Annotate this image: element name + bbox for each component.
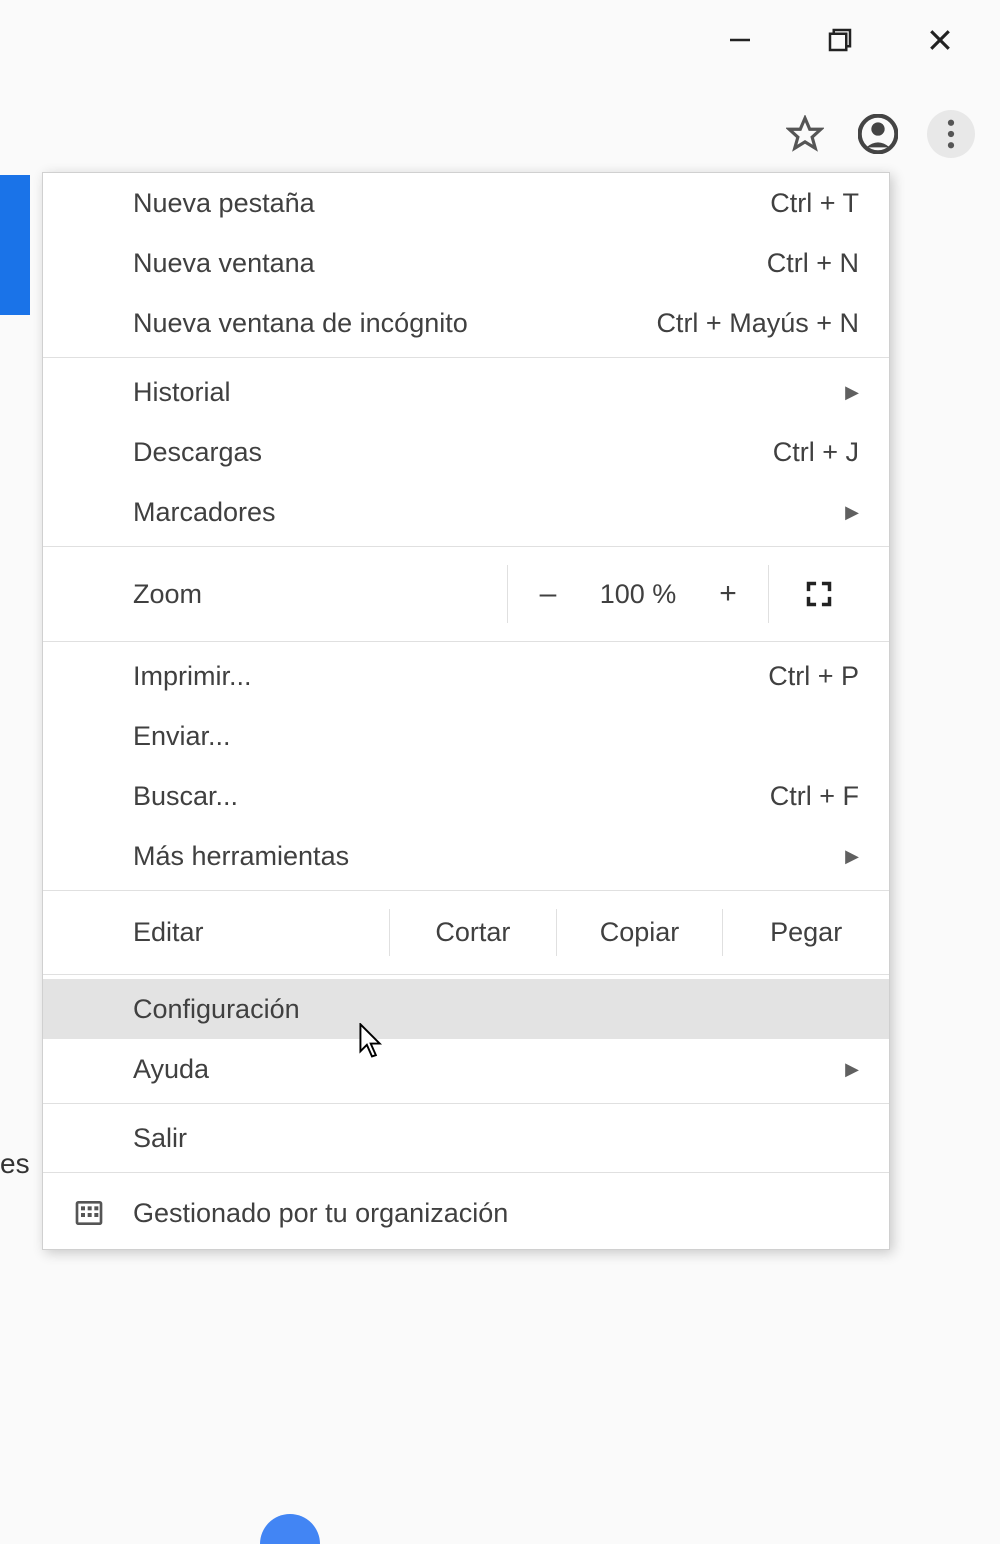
menu-item-new-incognito[interactable]: Nueva ventana de incógnito Ctrl + Mayús … xyxy=(43,293,889,353)
menu-label: Buscar... xyxy=(133,781,770,812)
menu-label: Marcadores xyxy=(133,497,835,528)
menu-item-print[interactable]: Imprimir... Ctrl + P xyxy=(43,646,889,706)
menu-label: Nueva ventana de incógnito xyxy=(133,308,656,339)
organization-icon xyxy=(73,1197,133,1229)
menu-divider xyxy=(43,357,889,358)
menu-item-exit[interactable]: Salir xyxy=(43,1108,889,1168)
maximize-button[interactable] xyxy=(820,20,860,60)
submenu-arrow-icon: ▶ xyxy=(845,846,859,867)
minimize-button[interactable] xyxy=(720,20,760,60)
background-text: es xyxy=(0,1148,30,1180)
copy-button[interactable]: Copiar xyxy=(556,909,723,956)
menu-shortcut: Ctrl + P xyxy=(768,661,859,692)
menu-label: Imprimir... xyxy=(133,661,768,692)
menu-item-find[interactable]: Buscar... Ctrl + F xyxy=(43,766,889,826)
menu-item-zoom: Zoom – 100 % + xyxy=(43,551,889,637)
menu-item-help[interactable]: Ayuda ▶ xyxy=(43,1039,889,1099)
menu-button[interactable] xyxy=(927,110,975,158)
menu-divider xyxy=(43,546,889,547)
fullscreen-button[interactable] xyxy=(779,580,859,608)
menu-divider xyxy=(43,890,889,891)
menu-item-more-tools[interactable]: Más herramientas ▶ xyxy=(43,826,889,886)
close-button[interactable] xyxy=(920,20,960,60)
menu-shortcut: Ctrl + J xyxy=(773,437,859,468)
menu-label: Salir xyxy=(133,1123,859,1154)
zoom-label: Zoom xyxy=(133,579,507,610)
menu-label: Nueva pestaña xyxy=(133,188,770,219)
menu-item-history[interactable]: Historial ▶ xyxy=(43,362,889,422)
submenu-arrow-icon: ▶ xyxy=(845,502,859,523)
zoom-in-button[interactable]: + xyxy=(698,577,758,611)
menu-item-send[interactable]: Enviar... xyxy=(43,706,889,766)
menu-item-edit: Editar Cortar Copiar Pegar xyxy=(43,895,889,970)
menu-label: Nueva ventana xyxy=(133,248,767,279)
edit-label: Editar xyxy=(133,917,389,948)
menu-divider xyxy=(43,1103,889,1104)
menu-divider xyxy=(43,974,889,975)
menu-item-bookmarks[interactable]: Marcadores ▶ xyxy=(43,482,889,542)
zoom-out-button[interactable]: – xyxy=(518,577,578,611)
menu-item-managed[interactable]: Gestionado por tu organización xyxy=(43,1177,889,1249)
submenu-arrow-icon: ▶ xyxy=(845,382,859,403)
menu-label: Enviar... xyxy=(133,721,859,752)
paste-button[interactable]: Pegar xyxy=(722,909,889,956)
browser-toolbar xyxy=(756,100,1000,168)
menu-divider xyxy=(43,641,889,642)
zoom-controls: – 100 % + xyxy=(507,565,859,623)
zoom-value: 100 % xyxy=(588,579,688,610)
managed-label: Gestionado por tu organización xyxy=(133,1198,508,1229)
menu-label: Descargas xyxy=(133,437,773,468)
menu-label: Configuración xyxy=(133,994,859,1025)
menu-shortcut: Ctrl + F xyxy=(770,781,859,812)
menu-item-settings[interactable]: Configuración xyxy=(43,979,889,1039)
menu-label: Ayuda xyxy=(133,1054,835,1085)
profile-icon[interactable] xyxy=(854,110,902,158)
menu-label: Historial xyxy=(133,377,835,408)
submenu-arrow-icon: ▶ xyxy=(845,1059,859,1080)
cut-button[interactable]: Cortar xyxy=(389,909,556,956)
menu-label: Más herramientas xyxy=(133,841,835,872)
divider xyxy=(768,565,769,623)
menu-shortcut: Ctrl + T xyxy=(770,188,859,219)
divider xyxy=(507,565,508,623)
menu-item-new-tab[interactable]: Nueva pestaña Ctrl + T xyxy=(43,173,889,233)
chrome-menu: Nueva pestaña Ctrl + T Nueva ventana Ctr… xyxy=(42,172,890,1250)
menu-item-downloads[interactable]: Descargas Ctrl + J xyxy=(43,422,889,482)
menu-item-new-window[interactable]: Nueva ventana Ctrl + N xyxy=(43,233,889,293)
bookmark-star-icon[interactable] xyxy=(781,110,829,158)
window-controls xyxy=(680,0,1000,80)
menu-shortcut: Ctrl + N xyxy=(767,248,859,279)
background-stripe xyxy=(0,175,30,315)
background-element xyxy=(260,1514,320,1544)
menu-divider xyxy=(43,1172,889,1173)
menu-shortcut: Ctrl + Mayús + N xyxy=(656,308,859,339)
